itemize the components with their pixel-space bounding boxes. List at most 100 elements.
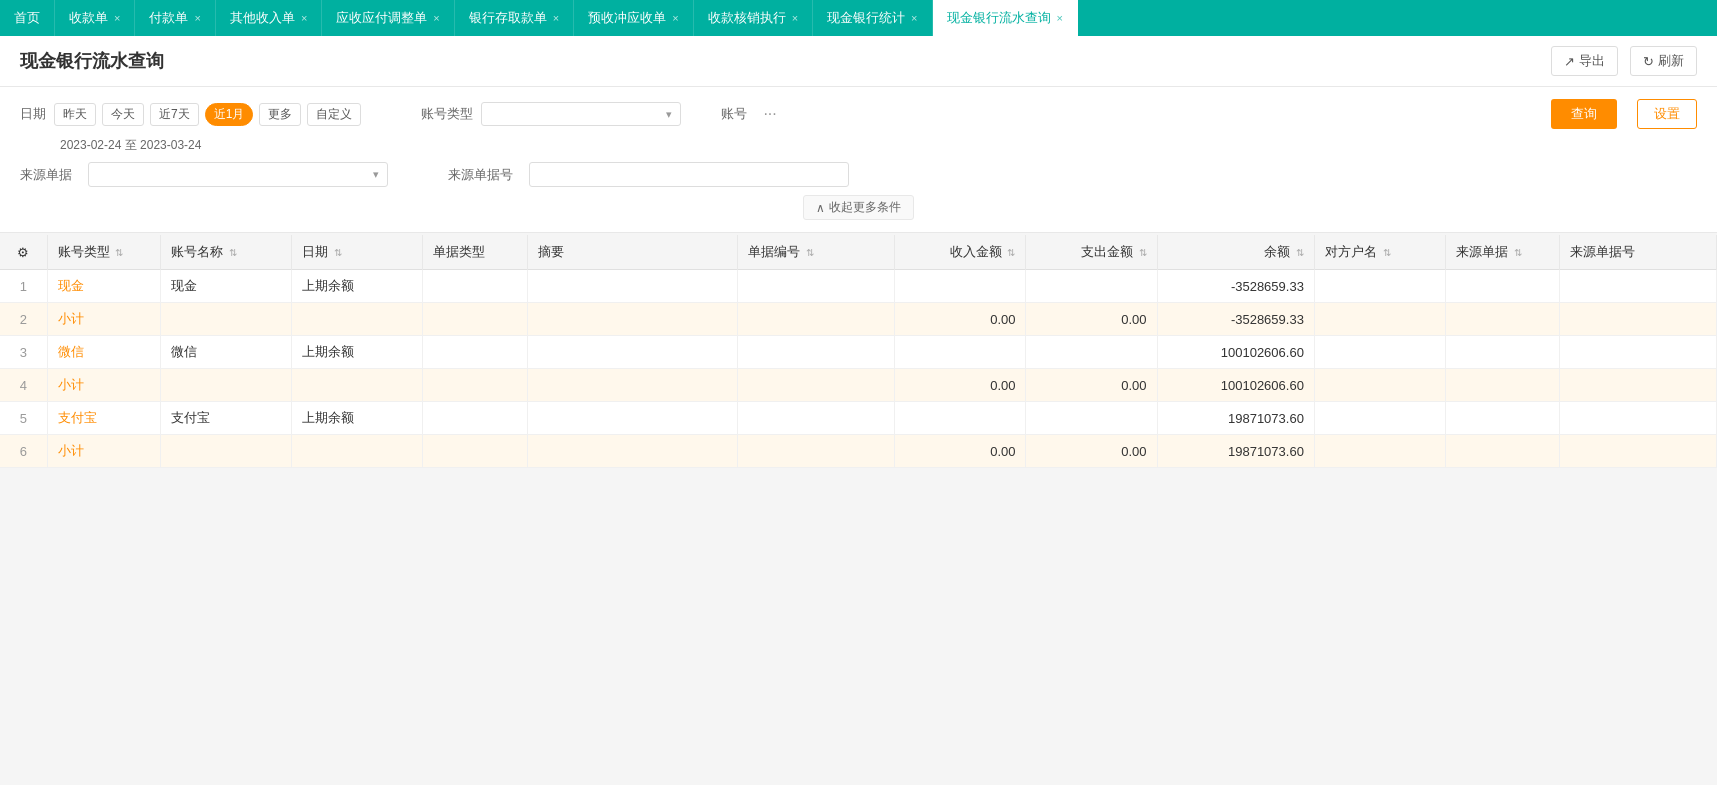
source-doc-no-label: 来源单据号 xyxy=(448,166,513,184)
query-button[interactable]: 查询 xyxy=(1551,99,1617,129)
th-expense[interactable]: 支出金额 ⇅ xyxy=(1026,235,1157,270)
tab-close-icon-3[interactable]: × xyxy=(433,12,439,24)
cell-summary xyxy=(528,303,738,336)
cell-date: 上期余额 xyxy=(292,402,423,435)
sort-date-icon: ⇅ xyxy=(334,247,342,258)
tab-close-icon-0[interactable]: × xyxy=(114,12,120,24)
date-btn-today[interactable]: 今天 xyxy=(102,103,144,126)
sort-income-icon: ⇅ xyxy=(1007,247,1015,258)
account-type-label: 账号类型 xyxy=(421,105,473,123)
nav-tab-6[interactable]: 收款核销执行 × xyxy=(694,0,813,36)
cell-idx: 1 xyxy=(0,270,47,303)
cell-income: 0.00 xyxy=(895,369,1026,402)
sort-source-doc-icon: ⇅ xyxy=(1514,247,1522,258)
cell-expense xyxy=(1026,270,1157,303)
date-btn-yesterday[interactable]: 昨天 xyxy=(54,103,96,126)
sort-counterparty-icon: ⇅ xyxy=(1383,247,1391,258)
tab-close-icon-4[interactable]: × xyxy=(553,12,559,24)
cell-source-no xyxy=(1559,435,1716,468)
cell-account-name xyxy=(161,369,292,402)
th-account-name[interactable]: 账号名称 ⇅ xyxy=(161,235,292,270)
tab-close-icon-2[interactable]: × xyxy=(301,12,307,24)
th-account-type[interactable]: 账号类型 ⇅ xyxy=(47,235,161,270)
cell-income: 0.00 xyxy=(895,435,1026,468)
nav-tab-5[interactable]: 预收冲应收单 × xyxy=(574,0,693,36)
cell-account-type: 现金 xyxy=(47,270,161,303)
cell-account-type: 支付宝 xyxy=(47,402,161,435)
tab-close-icon-8[interactable]: × xyxy=(1057,12,1063,24)
nav-tab-2[interactable]: 其他收入单 × xyxy=(216,0,322,36)
cell-source-doc xyxy=(1445,303,1559,336)
cell-date: 上期余额 xyxy=(292,270,423,303)
tab-close-icon-7[interactable]: × xyxy=(911,12,917,24)
cell-account-name xyxy=(161,435,292,468)
cell-counterparty xyxy=(1314,435,1445,468)
filter-row-2: 来源单据 ▾ 来源单据号 xyxy=(20,162,1697,187)
cell-balance: -3528659.33 xyxy=(1157,270,1314,303)
account-dots[interactable]: ··· xyxy=(763,105,776,123)
th-voucher-no[interactable]: 单据编号 ⇅ xyxy=(738,235,895,270)
page-title: 现金银行流水查询 xyxy=(20,49,164,73)
tab-close-icon-6[interactable]: × xyxy=(792,12,798,24)
table-row: 5支付宝支付宝上期余额19871073.60 xyxy=(0,402,1717,435)
date-options: 昨天 今天 近7天 近1月 更多 自定义 xyxy=(54,103,361,126)
cell-account-name xyxy=(161,303,292,336)
cell-account-type: 小计 xyxy=(47,369,161,402)
cell-date xyxy=(292,369,423,402)
settings-button[interactable]: 设置 xyxy=(1637,99,1697,129)
source-doc-chevron-icon: ▾ xyxy=(373,168,379,181)
th-date[interactable]: 日期 ⇅ xyxy=(292,235,423,270)
date-btn-1month[interactable]: 近1月 xyxy=(205,103,254,126)
cell-source-no xyxy=(1559,402,1716,435)
account-filter: 账号 ··· xyxy=(721,105,784,123)
account-type-select[interactable]: ▾ xyxy=(481,102,681,126)
cell-voucher-type xyxy=(423,435,528,468)
cell-balance: 19871073.60 xyxy=(1157,435,1314,468)
account-type-chevron-icon: ▾ xyxy=(666,108,672,121)
cell-counterparty xyxy=(1314,336,1445,369)
refresh-icon: ↻ xyxy=(1643,54,1654,69)
sort-balance-icon: ⇅ xyxy=(1296,247,1304,258)
cell-expense: 0.00 xyxy=(1026,303,1157,336)
nav-tab-3[interactable]: 应收应付调整单 × xyxy=(322,0,454,36)
source-doc-no-filter: 来源单据号 xyxy=(448,162,849,187)
date-filter: 日期 昨天 今天 近7天 近1月 更多 自定义 xyxy=(20,103,361,126)
cell-balance: -3528659.33 xyxy=(1157,303,1314,336)
date-range-text: 2023-02-24 至 2023-03-24 xyxy=(60,138,201,152)
cell-counterparty xyxy=(1314,270,1445,303)
table-row: 4小计0.000.00100102606.60 xyxy=(0,369,1717,402)
export-button[interactable]: ↗ 导出 xyxy=(1551,46,1618,76)
collapse-button[interactable]: ∧ 收起更多条件 xyxy=(803,195,914,220)
tab-close-icon-1[interactable]: × xyxy=(194,12,200,24)
nav-tab-1[interactable]: 付款单 × xyxy=(135,0,215,36)
date-btn-7days[interactable]: 近7天 xyxy=(150,103,199,126)
sort-voucher-no-icon: ⇅ xyxy=(806,247,814,258)
th-gear[interactable]: ⚙ xyxy=(0,235,47,270)
nav-tab-7[interactable]: 现金银行统计 × xyxy=(813,0,932,36)
tab-close-icon-5[interactable]: × xyxy=(672,12,678,24)
cell-counterparty xyxy=(1314,402,1445,435)
cell-expense xyxy=(1026,402,1157,435)
th-income[interactable]: 收入金额 ⇅ xyxy=(895,235,1026,270)
source-doc-select[interactable]: ▾ xyxy=(88,162,388,187)
nav-tab-4[interactable]: 银行存取款单 × xyxy=(455,0,574,36)
th-counterparty[interactable]: 对方户名 ⇅ xyxy=(1314,235,1445,270)
cell-income: 0.00 xyxy=(895,303,1026,336)
nav-tab-0[interactable]: 收款单 × xyxy=(55,0,135,36)
date-btn-custom[interactable]: 自定义 xyxy=(307,103,361,126)
sort-expense-icon: ⇅ xyxy=(1139,247,1147,258)
cell-idx: 3 xyxy=(0,336,47,369)
th-source-no: 来源单据号 xyxy=(1559,235,1716,270)
cell-account-name: 支付宝 xyxy=(161,402,292,435)
source-doc-no-input[interactable] xyxy=(529,162,849,187)
cell-account-name: 微信 xyxy=(161,336,292,369)
nav-home[interactable]: 首页 xyxy=(0,0,55,36)
th-summary: 摘要 xyxy=(528,235,738,270)
nav-tab-8[interactable]: 现金银行流水查询 × xyxy=(933,0,1078,36)
refresh-button[interactable]: ↻ 刷新 xyxy=(1630,46,1697,76)
date-btn-more[interactable]: 更多 xyxy=(259,103,301,126)
th-balance[interactable]: 余额 ⇅ xyxy=(1157,235,1314,270)
cell-expense xyxy=(1026,336,1157,369)
gear-icon: ⚙ xyxy=(17,245,29,260)
th-source-doc[interactable]: 来源单据 ⇅ xyxy=(1445,235,1559,270)
